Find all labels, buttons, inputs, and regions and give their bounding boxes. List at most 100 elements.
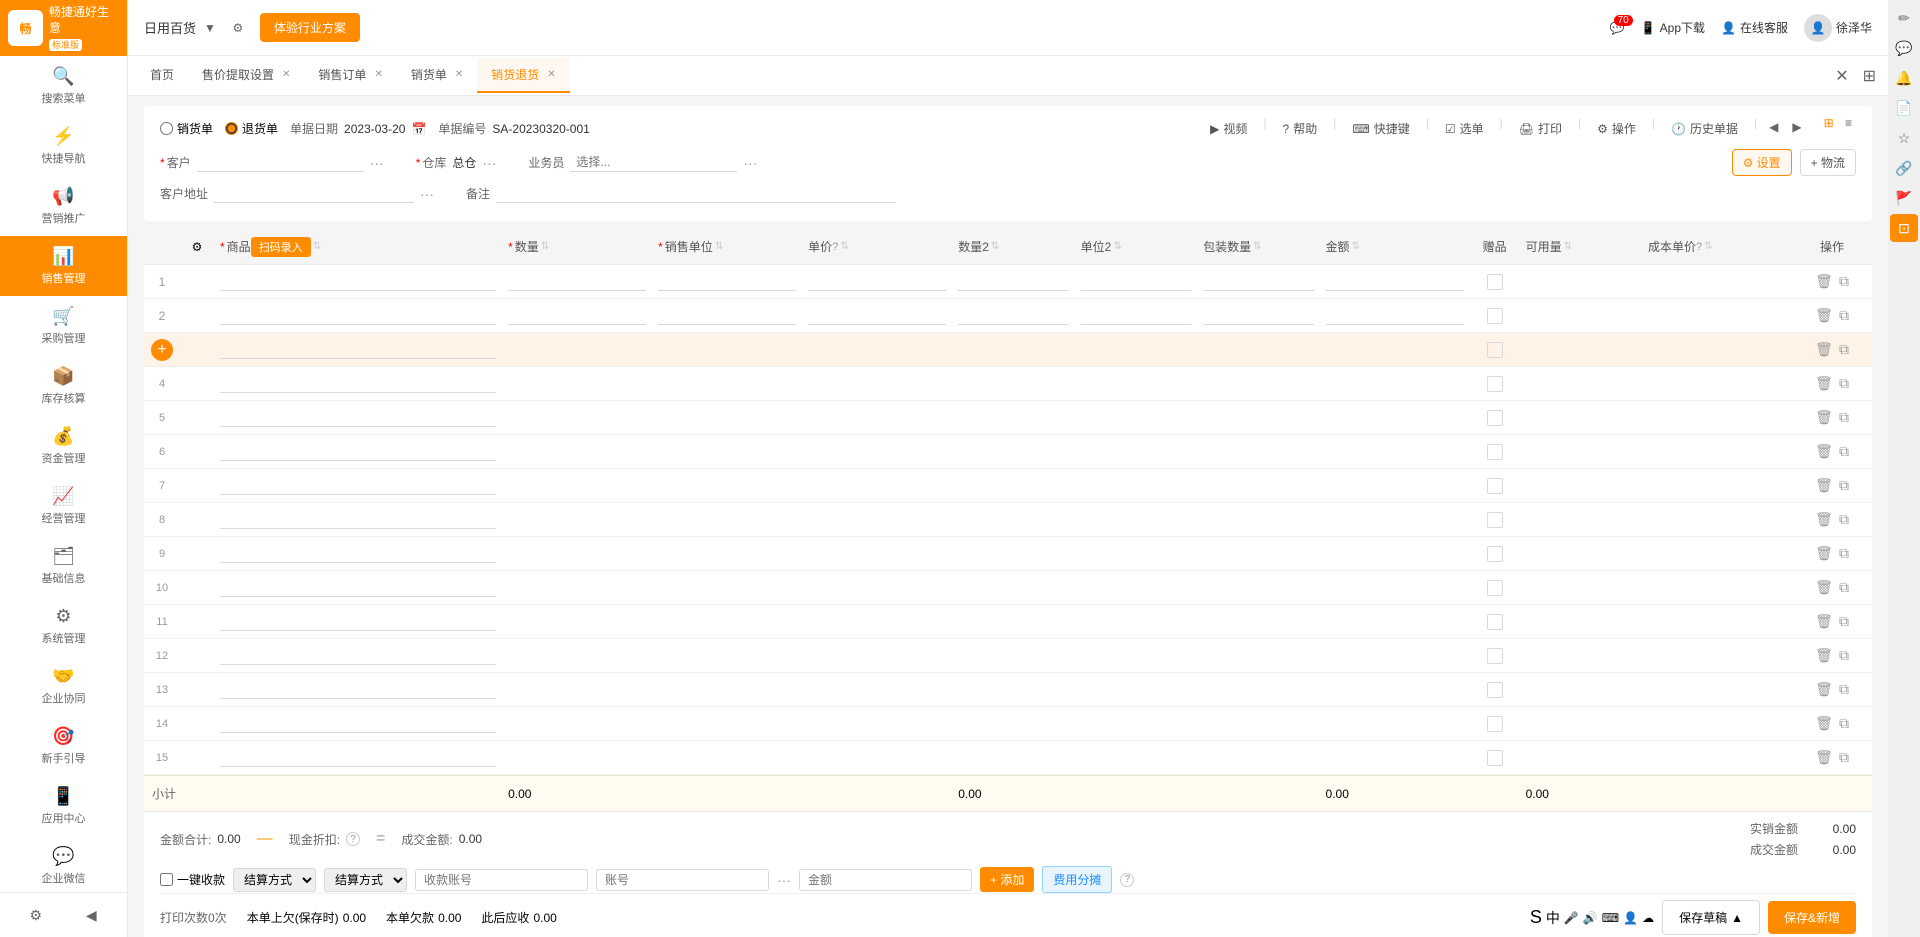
sidebar-item-basic[interactable]: 🗂 基础信息 <box>0 536 127 596</box>
tab-sale-order[interactable]: 销售订单 ✕ <box>304 58 396 93</box>
product-input-13[interactable] <box>220 680 496 699</box>
copy-row-5-icon[interactable]: ⧉ <box>1839 409 1849 426</box>
amount-input-1[interactable] <box>1326 272 1464 291</box>
tab-sale-return-close[interactable]: ✕ <box>547 69 555 80</box>
gift-check-9[interactable] <box>1487 546 1503 562</box>
one-click-collect-input[interactable] <box>160 873 173 886</box>
delete-row-1-icon[interactable]: 🗑 <box>1815 273 1833 290</box>
product-input-9[interactable] <box>220 544 496 563</box>
copy-row-9-icon[interactable]: ⧉ <box>1839 545 1849 562</box>
copy-row-13-icon[interactable]: ⧉ <box>1839 681 1849 698</box>
gift-check-10[interactable] <box>1487 580 1503 596</box>
product-input-11[interactable] <box>220 612 496 631</box>
tabs-close-all-icon[interactable]: ✕ <box>1831 62 1852 90</box>
discount-help-icon[interactable]: ? <box>346 832 360 846</box>
address-input[interactable] <box>214 184 414 203</box>
copy-row-4-icon[interactable]: ⧉ <box>1839 375 1849 392</box>
unit-sort-icon[interactable]: ⇅ <box>715 241 723 252</box>
settings-gear-icon[interactable]: ⚙ <box>224 14 252 42</box>
sidebar-settings-icon[interactable]: ⚙ <box>22 901 50 929</box>
dropdown-chevron-icon[interactable]: ▼ <box>204 21 216 35</box>
amount-input-2[interactable] <box>1326 306 1464 325</box>
remark-input[interactable] <box>496 184 896 203</box>
gift-check-11[interactable] <box>1487 614 1503 630</box>
product-input-7[interactable] <box>220 476 496 495</box>
add-row-button[interactable]: + <box>151 339 173 361</box>
qty-input-1[interactable] <box>508 272 646 291</box>
delete-row-14-icon[interactable]: 🗑 <box>1815 715 1833 732</box>
pkg-input-2[interactable] <box>1203 306 1313 325</box>
gift-check-6[interactable] <box>1487 444 1503 460</box>
shortcut-btn[interactable]: ⌨ 快捷键 <box>1344 116 1417 141</box>
delete-row-4-icon[interactable]: 🗑 <box>1815 375 1833 392</box>
product-input-3[interactable] <box>220 340 496 359</box>
copy-row-2-icon[interactable]: ⧉ <box>1839 307 1849 324</box>
sidebar-item-inventory[interactable]: 📦 库存核算 <box>0 356 127 416</box>
copy-row-6-icon[interactable]: ⧉ <box>1839 443 1849 460</box>
calendar-icon[interactable]: 📅 <box>411 122 426 136</box>
save-draft-button[interactable]: 保存草稿 ▲ <box>1662 900 1760 935</box>
delete-row-15-icon[interactable]: 🗑 <box>1815 749 1833 766</box>
user-profile[interactable]: 👤 徐泽华 <box>1804 14 1872 42</box>
sidebar-item-search[interactable]: 🔍 搜索菜单 <box>0 56 127 116</box>
copy-row-10-icon[interactable]: ⧉ <box>1839 579 1849 596</box>
scan-button[interactable]: 扫码录入 <box>251 237 311 257</box>
sidebar-item-enterprise[interactable]: 🤝 企业协同 <box>0 656 127 716</box>
tab-sale-delivery[interactable]: 销货单 ✕ <box>397 58 477 93</box>
product-input-1[interactable] <box>220 272 496 291</box>
tab-sale-order-close[interactable]: ✕ <box>374 69 382 80</box>
product-sort-icon[interactable]: ⇅ <box>313 241 321 252</box>
unit2-sort-icon[interactable]: ⇅ <box>1113 241 1121 252</box>
copy-row-3-icon[interactable]: ⧉ <box>1839 341 1849 358</box>
app-download-link[interactable]: 📱 App下载 <box>1641 19 1705 36</box>
account-no-input[interactable] <box>596 869 769 891</box>
avail-sort-icon[interactable]: ⇅ <box>1564 241 1572 252</box>
rs-flag-icon[interactable]: 🚩 <box>1890 184 1918 212</box>
select-btn[interactable]: ☑ 选单 <box>1437 116 1492 141</box>
qty2-sort-icon[interactable]: ⇅ <box>991 241 999 252</box>
product-input-5[interactable] <box>220 408 496 427</box>
unit-input-2[interactable] <box>658 306 796 325</box>
sidebar-item-wechat[interactable]: 💬 企业微信 <box>0 836 127 892</box>
tab-sale-price-close[interactable]: ✕ <box>282 69 290 80</box>
cost-sort-icon[interactable]: ⇅ <box>1704 241 1712 252</box>
price-input-1[interactable] <box>808 272 946 291</box>
qty-sort-icon[interactable]: ⇅ <box>541 241 549 252</box>
grid-view-icon[interactable]: ⊞ <box>1820 112 1838 134</box>
rs-link-icon[interactable]: 🔗 <box>1890 154 1918 182</box>
keyboard-icon[interactable]: ⌨ <box>1602 911 1619 925</box>
collect-account-input[interactable] <box>415 869 588 891</box>
product-input-10[interactable] <box>220 578 496 597</box>
sidebar-item-operations[interactable]: 📈 经营管理 <box>0 476 127 536</box>
product-input-6[interactable] <box>220 442 496 461</box>
qty2-input-1[interactable] <box>958 272 1068 291</box>
tabs-layout-icon[interactable]: ⊞ <box>1859 62 1880 90</box>
online-service-link[interactable]: 👤 在线客服 <box>1721 19 1788 36</box>
tab-sale-delivery-close[interactable]: ✕ <box>455 69 463 80</box>
pkg-input-1[interactable] <box>1203 272 1313 291</box>
person-icon[interactable]: 👤 <box>1623 911 1638 925</box>
address-select-icon[interactable]: ··· <box>420 186 434 202</box>
add-payment-button[interactable]: + 添加 <box>980 867 1034 892</box>
next-record-icon[interactable]: ▶ <box>1788 116 1805 141</box>
salesman-input[interactable] <box>570 153 737 172</box>
product-input-8[interactable] <box>220 510 496 529</box>
warehouse-select-icon[interactable]: ··· <box>482 155 496 171</box>
fee-help-icon[interactable]: ? <box>1120 873 1134 887</box>
calc-method-select[interactable]: 结算方式 <box>324 868 407 892</box>
delete-row-5-icon[interactable]: 🗑 <box>1815 409 1833 426</box>
print-btn[interactable]: 🖨 打印 <box>1511 116 1570 141</box>
gift-check-8[interactable] <box>1487 512 1503 528</box>
customer-select-icon[interactable]: ··· <box>370 155 384 171</box>
radio-sale-input[interactable] <box>160 122 173 135</box>
copy-row-7-icon[interactable]: ⧉ <box>1839 477 1849 494</box>
rs-chat-icon[interactable]: 💬 <box>1890 34 1918 62</box>
delete-row-12-icon[interactable]: 🗑 <box>1815 647 1833 664</box>
delete-row-2-icon[interactable]: 🗑 <box>1815 307 1833 324</box>
delete-row-9-icon[interactable]: 🗑 <box>1815 545 1833 562</box>
gift-check-1[interactable] <box>1487 274 1503 290</box>
copy-row-8-icon[interactable]: ⧉ <box>1839 511 1849 528</box>
product-input-14[interactable] <box>220 714 496 733</box>
sidebar-item-marketing[interactable]: 📢 营销推广 <box>0 176 127 236</box>
prev-record-icon[interactable]: ◀ <box>1765 116 1782 141</box>
